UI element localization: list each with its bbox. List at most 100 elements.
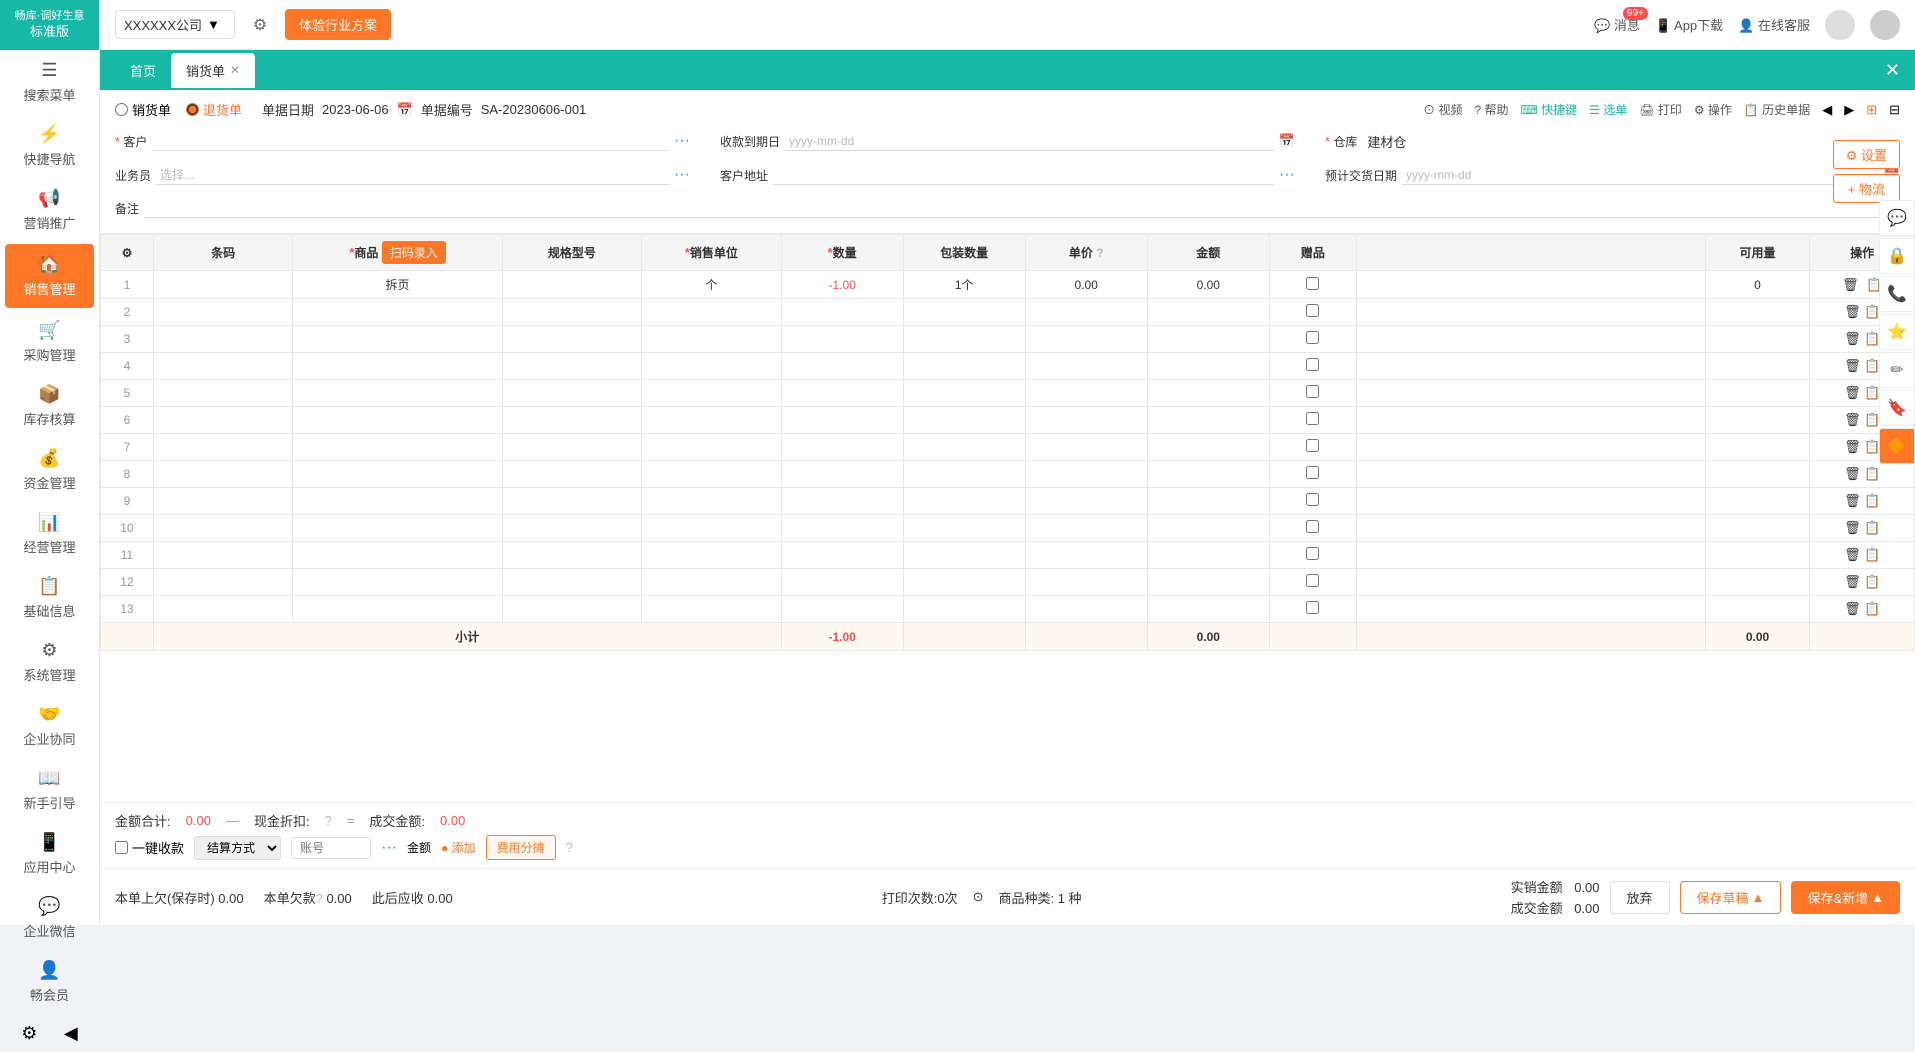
copy-icon7[interactable]: 📋 xyxy=(1864,439,1880,454)
float-btn-star[interactable]: ⭐ xyxy=(1879,314,1915,350)
toolbar-operations[interactable]: ⚙ 操作 xyxy=(1694,101,1732,118)
doc-owe-help[interactable]: ? xyxy=(316,891,323,906)
sidebar-item-newbie[interactable]: 📖 新手引导 xyxy=(0,758,99,822)
delete-icon13[interactable]: 🗑 xyxy=(1844,601,1861,616)
toolbar-shortcut[interactable]: ⌨ 快捷键 xyxy=(1520,101,1577,118)
add-payment-btn[interactable]: ● 添加 xyxy=(441,839,476,856)
save-draft-dropdown-icon[interactable]: ▲ xyxy=(1752,890,1765,905)
gift-checkbox[interactable] xyxy=(1306,304,1319,317)
delete-icon2[interactable]: 🗑 xyxy=(1844,304,1861,319)
message-badge-container[interactable]: 💬 消息 99+ xyxy=(1594,15,1640,34)
copy-icon6[interactable]: 📋 xyxy=(1864,412,1880,427)
expected-date-input[interactable] xyxy=(1402,166,1879,185)
sidebar-item-enterprise[interactable]: 🤝 企业协同 xyxy=(0,694,99,758)
salesperson-input[interactable] xyxy=(156,166,669,185)
copy-icon4[interactable]: 📋 xyxy=(1864,358,1880,373)
toolbar-select[interactable]: ☰ 选单 xyxy=(1589,101,1627,118)
scan-btn[interactable]: 扫码录入 xyxy=(382,241,446,264)
experience-button[interactable]: 体验行业方案 xyxy=(285,9,391,40)
sidebar-item-operations[interactable]: 📊 经营管理 xyxy=(0,502,99,566)
copy-icon12[interactable]: 📋 xyxy=(1864,574,1880,589)
delete-icon6[interactable]: 🗑 xyxy=(1844,412,1861,427)
delete-icon5[interactable]: 🗑 xyxy=(1844,385,1861,400)
copy-icon9[interactable]: 📋 xyxy=(1864,493,1880,508)
window-close-icon[interactable]: ✕ xyxy=(1885,60,1900,81)
settings-btn[interactable]: ⚙ 设置 xyxy=(1833,140,1900,169)
user-avatar2[interactable] xyxy=(1870,10,1900,40)
gift-checkbox[interactable] xyxy=(1306,601,1319,614)
delete-icon10[interactable]: 🗑 xyxy=(1844,520,1861,535)
gift-checkbox[interactable] xyxy=(1306,412,1319,425)
sidebar-item-app-center[interactable]: 📱 应用中心 xyxy=(0,822,99,886)
gift-checkbox[interactable] xyxy=(1306,331,1319,344)
sidebar-item-marketing[interactable]: 📢 营销推广 xyxy=(0,178,99,242)
copy-icon10[interactable]: 📋 xyxy=(1864,520,1880,535)
radio-sales-input[interactable] xyxy=(115,103,128,116)
copy-icon2[interactable]: 📋 xyxy=(1864,304,1880,319)
due-date-calendar-icon[interactable]: 📅 xyxy=(1279,133,1295,149)
copy-icon3[interactable]: 📋 xyxy=(1864,331,1880,346)
delete-icon7[interactable]: 🗑 xyxy=(1844,439,1861,454)
address-dots[interactable]: ··· xyxy=(1279,166,1295,184)
company-selector[interactable]: XXXXXX公司 ▼ xyxy=(115,10,235,39)
save-new-dropdown-icon[interactable]: ▲ xyxy=(1871,890,1884,905)
one-click-payment[interactable]: 一键收款 xyxy=(115,838,184,857)
sidebar-item-sales[interactable]: 🏠 销售管理 xyxy=(5,244,94,308)
app-download-link[interactable]: 📱 App下载 xyxy=(1655,15,1723,34)
fees-help-icon[interactable]: ? xyxy=(566,840,573,855)
tab-close-icon[interactable]: ✕ xyxy=(230,63,240,77)
gift-checkbox[interactable] xyxy=(1306,520,1319,533)
copy-icon11[interactable]: 📋 xyxy=(1864,547,1880,562)
sidebar-item-system[interactable]: ⚙ 系统管理 xyxy=(0,630,99,694)
delete-icon12[interactable]: 🗑 xyxy=(1844,574,1861,589)
copy-icon8[interactable]: 📋 xyxy=(1864,466,1880,481)
account-dots[interactable]: ··· xyxy=(381,839,397,857)
delete-icon9[interactable]: 🗑 xyxy=(1844,493,1861,508)
gift-checkbox[interactable] xyxy=(1306,277,1319,290)
copy-icon13[interactable]: 📋 xyxy=(1864,601,1880,616)
abandon-button[interactable]: 放弃 xyxy=(1610,881,1670,914)
note-input[interactable] xyxy=(144,199,1900,218)
save-draft-button[interactable]: 保存草稿 ▲ xyxy=(1680,881,1782,914)
sidebar-settings-icon[interactable]: ⚙ xyxy=(21,1023,37,1044)
sidebar-item-finance[interactable]: 💰 资金管理 xyxy=(0,438,99,502)
toolbar-next-icon[interactable]: ▶ xyxy=(1844,102,1854,118)
gift-checkbox[interactable] xyxy=(1306,439,1319,452)
gift-checkbox[interactable] xyxy=(1306,493,1319,506)
delete-icon4[interactable]: 🗑 xyxy=(1844,358,1861,373)
logistics-btn[interactable]: + 物流 xyxy=(1833,174,1900,203)
account-input[interactable] xyxy=(291,837,371,859)
float-btn-phone[interactable]: 📞 xyxy=(1879,276,1915,312)
sidebar-item-wechat[interactable]: 💬 企业微信 xyxy=(0,886,99,950)
toolbar-print[interactable]: 🖨 打印 xyxy=(1639,101,1682,118)
save-new-button[interactable]: 保存&新增 ▲ xyxy=(1791,881,1900,914)
float-btn-chat[interactable]: 💬 xyxy=(1879,200,1915,236)
online-service-link[interactable]: 👤 在线客服 xyxy=(1738,15,1810,34)
sidebar-item-quick-nav[interactable]: ⚡ 快捷导航 xyxy=(0,114,99,178)
toolbar-help[interactable]: ? 帮助 xyxy=(1474,101,1508,118)
delete-icon8[interactable]: 🗑 xyxy=(1844,466,1861,481)
float-btn-bookmark[interactable]: 🔖 xyxy=(1879,390,1915,426)
sidebar-item-search[interactable]: ☰ 搜索菜单 xyxy=(0,50,99,114)
cell-gift[interactable] xyxy=(1269,271,1356,299)
toolbar-grid-icon1[interactable]: ⊞ xyxy=(1866,102,1877,118)
toolbar-grid-icon2[interactable]: ⊟ xyxy=(1889,102,1900,118)
gift-checkbox[interactable] xyxy=(1306,358,1319,371)
toolbar-prev-icon[interactable]: ◀ xyxy=(1822,102,1832,118)
th-settings[interactable]: ⚙ xyxy=(101,235,154,271)
sidebar-collapse-icon[interactable]: ◀ xyxy=(64,1023,78,1044)
tab-home[interactable]: 首页 xyxy=(115,53,171,88)
settings-icon[interactable]: ⚙ xyxy=(245,10,275,40)
sidebar-item-inventory[interactable]: 📦 库存核算 xyxy=(0,374,99,438)
toolbar-video[interactable]: ⊙ 视频 xyxy=(1423,101,1462,118)
radio-return[interactable]: 退货单 xyxy=(186,100,242,119)
due-date-input[interactable] xyxy=(785,132,1274,151)
delete-icon[interactable]: 🗑 xyxy=(1842,277,1859,292)
gift-checkbox[interactable] xyxy=(1306,466,1319,479)
gift-checkbox[interactable] xyxy=(1306,574,1319,587)
gift-checkbox[interactable] xyxy=(1306,547,1319,560)
radio-return-input[interactable] xyxy=(186,103,199,116)
float-btn-orange[interactable]: 🔶 xyxy=(1879,428,1915,464)
sidebar-item-member[interactable]: 👤 畅会员 xyxy=(0,950,99,1014)
gift-checkbox[interactable] xyxy=(1306,385,1319,398)
